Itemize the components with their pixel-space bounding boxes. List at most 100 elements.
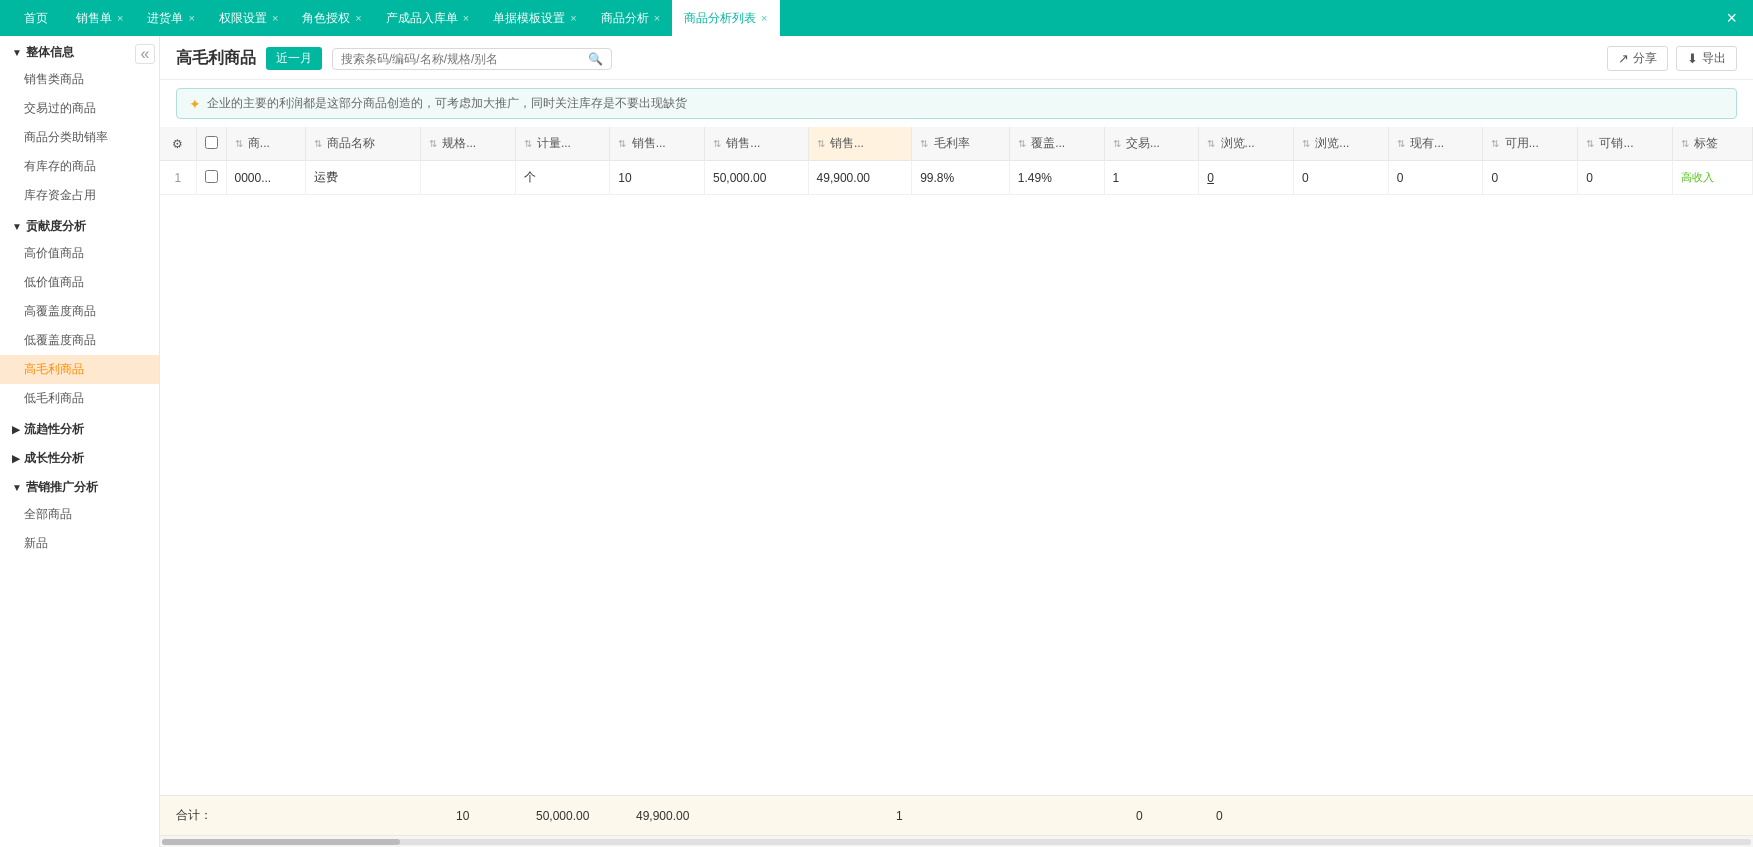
- nav-close-btn[interactable]: ×: [117, 12, 123, 24]
- select-all-checkbox[interactable]: [205, 136, 218, 149]
- table-row: 1 0000... 运费 个 10 50,000.00 49,900.00 99…: [160, 161, 1753, 195]
- sidebar-item-low-coverage[interactable]: 低覆盖度商品: [0, 326, 159, 355]
- search-input[interactable]: [341, 52, 588, 66]
- sidebar-item-high-value[interactable]: 高价值商品: [0, 239, 159, 268]
- cell-name: 运费: [305, 161, 420, 195]
- nav-product-analysis[interactable]: 商品分析 ×: [589, 0, 672, 36]
- share-icon: ↗: [1618, 51, 1629, 66]
- sidebar: « ▼ 整体信息 销售类商品 交易过的商品 商品分类助销率 有库存的商品 库存资…: [0, 36, 160, 847]
- col-sales-qty[interactable]: ⇅ 销售...: [610, 127, 705, 161]
- cell-sales-qty: 10: [610, 161, 705, 195]
- col-browse1[interactable]: ⇅ 浏览...: [1199, 127, 1294, 161]
- nav-home-label: 首页: [24, 10, 48, 27]
- nav-label: 角色授权: [302, 10, 350, 27]
- col-unit[interactable]: ⇅ 计量...: [515, 127, 610, 161]
- content-area: 高毛利商品 近一月 🔍 ↗ 分享 ⬇ 导出 ✦ 企业的主要的利润都是这部分商品创…: [160, 36, 1753, 847]
- nav-permissions[interactable]: 权限设置 ×: [207, 0, 290, 36]
- col-browse2[interactable]: ⇅ 浏览...: [1293, 127, 1388, 161]
- sort-indicator: ⇅: [524, 138, 532, 149]
- sort-indicator: ⇅: [1586, 138, 1594, 149]
- cell-sales-cost: 49,900.00: [808, 161, 912, 195]
- col-transaction[interactable]: ⇅ 交易...: [1104, 127, 1199, 161]
- cell-available2: 0: [1483, 161, 1578, 195]
- col-settings[interactable]: ⚙: [160, 127, 196, 161]
- sidebar-item-high-coverage[interactable]: 高覆盖度商品: [0, 297, 159, 326]
- header-actions: ↗ 分享 ⬇ 导出: [1607, 46, 1737, 71]
- col-available1[interactable]: ⇅ 现有...: [1388, 127, 1483, 161]
- browse1-link[interactable]: 0: [1207, 171, 1214, 185]
- sidebar-section-marketing[interactable]: ▼ 营销推广分析: [0, 471, 159, 500]
- sidebar-item-sales-goods[interactable]: 销售类商品: [0, 65, 159, 94]
- section-title: 流趋性分析: [24, 421, 84, 438]
- nav-window-close[interactable]: ×: [1718, 8, 1745, 29]
- col-coverage[interactable]: ⇅ 覆盖...: [1009, 127, 1104, 161]
- sort-indicator: ⇅: [1207, 138, 1215, 149]
- row-num: 1: [160, 161, 196, 195]
- cell-browse1[interactable]: 0: [1199, 161, 1294, 195]
- cell-unit: 个: [515, 161, 610, 195]
- sidebar-item-low-margin[interactable]: 低毛利商品: [0, 384, 159, 413]
- top-navigation: 首页 销售单 × 进货单 × 权限设置 × 角色授权 × 产成品入库单 × 单据…: [0, 0, 1753, 36]
- sort-indicator: ⇅: [713, 138, 721, 149]
- content-header: 高毛利商品 近一月 🔍 ↗ 分享 ⬇ 导出: [160, 36, 1753, 80]
- nav-close-btn[interactable]: ×: [463, 12, 469, 24]
- cell-code: 0000...: [226, 161, 305, 195]
- nav-close-btn[interactable]: ×: [355, 12, 361, 24]
- col-checkbox: [196, 127, 226, 161]
- sidebar-section-trend[interactable]: ▶ 流趋性分析: [0, 413, 159, 442]
- section-title: 成长性分析: [24, 450, 84, 467]
- col-gross-margin[interactable]: ⇅ 毛利率: [912, 127, 1010, 161]
- cell-spec: [420, 161, 515, 195]
- export-button[interactable]: ⬇ 导出: [1676, 46, 1737, 71]
- sidebar-section-growth[interactable]: ▶ 成长性分析: [0, 442, 159, 471]
- col-available2[interactable]: ⇅ 可用...: [1483, 127, 1578, 161]
- nav-close-btn[interactable]: ×: [761, 12, 767, 24]
- nav-close-btn[interactable]: ×: [654, 12, 660, 24]
- sidebar-item-low-value[interactable]: 低价值商品: [0, 268, 159, 297]
- sidebar-item-category-rate[interactable]: 商品分类助销率: [0, 123, 159, 152]
- sidebar-item-capital[interactable]: 库存资金占用: [0, 181, 159, 210]
- cell-transaction: 1: [1104, 161, 1199, 195]
- col-sales-amount[interactable]: ⇅ 销售...: [705, 127, 809, 161]
- table-container[interactable]: ⚙ ⇅ 商... ⇅ 商品名称: [160, 127, 1753, 795]
- sidebar-item-new-goods[interactable]: 新品: [0, 529, 159, 558]
- nav-template-settings[interactable]: 单据模板设置 ×: [481, 0, 588, 36]
- sidebar-item-in-stock[interactable]: 有库存的商品: [0, 152, 159, 181]
- sort-indicator: ⇅: [1681, 138, 1689, 149]
- search-icon[interactable]: 🔍: [588, 52, 603, 66]
- nav-sales-order[interactable]: 销售单 ×: [64, 0, 135, 36]
- sort-indicator: ⇅: [235, 138, 243, 149]
- share-button[interactable]: ↗ 分享: [1607, 46, 1668, 71]
- sidebar-item-traded-goods[interactable]: 交易过的商品: [0, 94, 159, 123]
- footer-available1: 0: [1136, 809, 1216, 823]
- scrollbar-thumb[interactable]: [162, 839, 400, 845]
- row-checkbox[interactable]: [205, 170, 218, 183]
- sidebar-item-all-goods[interactable]: 全部商品: [0, 500, 159, 529]
- nav-home[interactable]: 首页: [8, 0, 64, 36]
- col-saleable[interactable]: ⇅ 可销...: [1578, 127, 1673, 161]
- footer-label: 合计：: [176, 808, 212, 822]
- nav-close-btn[interactable]: ×: [188, 12, 194, 24]
- section-arrow: ▶: [12, 424, 20, 435]
- nav-roles[interactable]: 角色授权 ×: [290, 0, 373, 36]
- sort-indicator: ⇅: [1302, 138, 1310, 149]
- sidebar-item-high-margin[interactable]: 高毛利商品: [0, 355, 159, 384]
- col-spec[interactable]: ⇅ 规格...: [420, 127, 515, 161]
- nav-close-btn[interactable]: ×: [272, 12, 278, 24]
- sidebar-section-contribution[interactable]: ▼ 贡献度分析: [0, 210, 159, 239]
- nav-close-btn[interactable]: ×: [570, 12, 576, 24]
- nav-product-analysis-list[interactable]: 商品分析列表 ×: [672, 0, 779, 36]
- col-name[interactable]: ⇅ 商品名称: [305, 127, 420, 161]
- section-title: 营销推广分析: [26, 479, 98, 496]
- page-title: 高毛利商品: [176, 48, 256, 69]
- col-code[interactable]: ⇅ 商...: [226, 127, 305, 161]
- col-tag[interactable]: ⇅ 标签: [1672, 127, 1752, 161]
- nav-product-warehouse[interactable]: 产成品入库单 ×: [374, 0, 481, 36]
- scrollbar-track[interactable]: [162, 839, 1751, 845]
- sidebar-collapse-button[interactable]: «: [135, 44, 155, 64]
- horizontal-scrollbar[interactable]: [160, 835, 1753, 847]
- period-button[interactable]: 近一月: [266, 47, 322, 70]
- settings-icon[interactable]: ⚙: [172, 137, 183, 151]
- col-sales-cost[interactable]: ⇅ 销售...: [808, 127, 912, 161]
- nav-purchase-order[interactable]: 进货单 ×: [135, 0, 206, 36]
